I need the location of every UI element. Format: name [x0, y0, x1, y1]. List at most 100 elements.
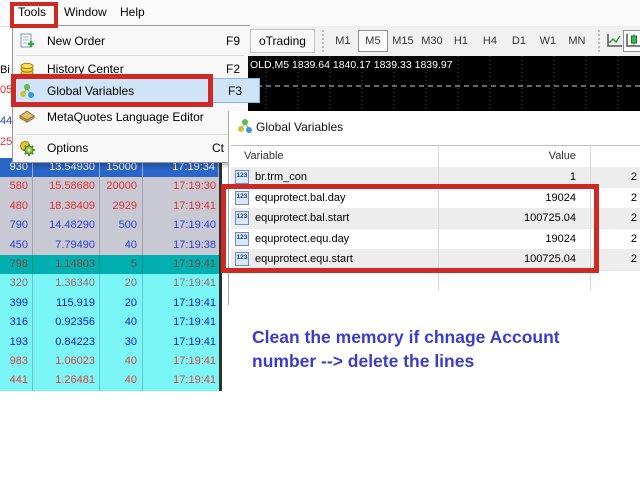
new-order-icon: [20, 33, 34, 48]
line-chart-icon: [607, 34, 622, 47]
timeframe-button-h4[interactable]: H4: [476, 31, 504, 51]
volume: 40: [100, 371, 143, 391]
market-watch-row[interactable]: 399 115.919 20 17:19:41: [0, 293, 219, 314]
market-watch-table[interactable]: 930 13.54930 15000 17:19:34 580 15.58680 20000…: [0, 158, 222, 391]
price-chart[interactable]: OLD,M5 1839.64 1840.17 1839.33 1839.97: [248, 56, 640, 111]
time: 17:19:41: [173, 335, 216, 348]
menu-item-shortcut: Ct: [212, 141, 224, 155]
toolbar-separator: [597, 30, 600, 52]
price: 18.38409: [33, 196, 100, 217]
global-variables-icon: [238, 119, 252, 133]
price: 14.48290: [33, 216, 100, 236]
numeric-type-icon: 123: [235, 170, 249, 184]
application-window: Tools Window Help Bi 05 44 25 930 13.54930 15…: [0, 0, 640, 480]
options-icon: [20, 141, 35, 156]
menu-item-mql-editor[interactable]: MetaQuotes Language Editor: [14, 104, 246, 130]
time: 17:19:41: [173, 277, 216, 290]
volume: 40: [100, 235, 143, 255]
volume: 2929: [100, 196, 143, 217]
column-header-variable[interactable]: Variable: [244, 145, 284, 167]
menu-separator: [16, 55, 244, 56]
mql-editor-icon: [19, 110, 35, 123]
timeframe-button-m1[interactable]: M1: [329, 31, 357, 51]
price: 7.79490: [33, 235, 100, 255]
time: 17:19:41: [173, 296, 216, 309]
window-title: Global Variables: [256, 120, 344, 134]
menu-bar: Tools Window Help: [0, 0, 640, 27]
bid-fragment: 983: [0, 352, 33, 372]
time: 17:19:41: [173, 258, 216, 270]
time: 17:19:41: [173, 199, 216, 212]
timeframe-button-w1[interactable]: W1: [534, 31, 562, 51]
row-fragment: 25: [0, 136, 13, 148]
bid-fragment: 316: [0, 313, 33, 333]
price: 1.26481: [33, 371, 100, 391]
volume: 20000: [100, 177, 143, 197]
bid-fragment: 580: [0, 177, 33, 197]
bid-fragment: 790: [0, 216, 33, 236]
menu-separator: [16, 134, 244, 135]
price: 1.36340: [33, 274, 100, 294]
table-header: Variable Value: [231, 145, 640, 168]
menu-item-label: Options: [47, 141, 89, 155]
time: 17:19:38: [173, 238, 216, 251]
timeframe-button-h1[interactable]: H1: [447, 31, 475, 51]
toolbar-separator: [321, 30, 324, 52]
volume: 40: [100, 352, 143, 372]
candlestick-chart-button[interactable]: [622, 30, 640, 52]
market-watch-row[interactable]: 450 7.79490 40 17:19:38: [0, 235, 219, 255]
autotrading-button[interactable]: oTrading: [250, 29, 315, 53]
market-watch-row[interactable]: 316 0.92356 40 17:19:41: [0, 313, 219, 333]
market-watch-row[interactable]: 441 1.26481 40 17:19:41: [0, 371, 219, 391]
price: 0.84223: [33, 332, 100, 352]
highlight-rect-tools: [10, 2, 58, 28]
chart-ohlc-text: OLD,M5 1839.64 1840.17 1839.33 1839.97: [250, 59, 453, 71]
menu-item-label: MetaQuotes Language Editor: [47, 110, 204, 124]
annotation-line: number --> delete the lines: [252, 351, 475, 371]
timeframe-button-m15[interactable]: M15: [389, 31, 417, 51]
annotation-note: Clean the memory if chnage Account numbe…: [252, 325, 602, 373]
volume: 30: [100, 332, 143, 352]
volume: 500: [100, 216, 143, 236]
market-watch-row[interactable]: 983 1.06023 40 17:19:41: [0, 352, 219, 372]
time: 17:19:41: [173, 374, 216, 387]
time: 17:19:40: [173, 219, 216, 232]
price: 1.06023: [33, 352, 100, 372]
bid-fragment: 399: [0, 293, 33, 314]
highlight-rect-global-variables: [11, 74, 213, 107]
toolbar: oTrading M1 M5 M15 M30 H1 H4 D1 W1 MN: [249, 26, 640, 56]
time: 17:19:30: [173, 180, 216, 193]
price: 0.92356: [33, 313, 100, 333]
time: 17:19:41: [173, 316, 216, 329]
bid-fragment: 798: [0, 255, 33, 275]
menu-item-options[interactable]: Options Ct: [14, 136, 246, 160]
bid-fragment: 450: [0, 235, 33, 255]
bid-fragment: 480: [0, 196, 33, 217]
highlight-rect-equprotect-rows: [221, 184, 599, 273]
market-watch-row[interactable]: 193 0.84223 30 17:19:41: [0, 332, 219, 352]
bid-fragment: 193: [0, 332, 33, 352]
timeframe-button-m5[interactable]: M5: [357, 30, 388, 52]
menu-window[interactable]: Window: [58, 0, 113, 25]
market-watch-row[interactable]: 480 18.38409 2929 17:19:41: [0, 196, 219, 217]
price: 115.919: [33, 293, 100, 314]
column-header-value[interactable]: Value: [440, 145, 576, 167]
timeframe-button-mn[interactable]: MN: [563, 31, 591, 51]
volume: 5: [100, 255, 143, 275]
bid-fragment: 441: [0, 371, 33, 391]
annotation-line: Clean the memory if chnage Account: [252, 327, 560, 347]
menu-help[interactable]: Help: [114, 0, 151, 25]
menu-item-shortcut: F3: [227, 84, 242, 98]
timeframe-button-m30[interactable]: M30: [418, 31, 446, 51]
market-watch-row[interactable]: 320 1.36340 20 17:19:41: [0, 274, 219, 294]
line-chart-button[interactable]: [605, 30, 623, 52]
market-watch-row[interactable]: 798 1.14803 5 17:19:41: [0, 255, 219, 275]
timeframe-button-d1[interactable]: D1: [505, 31, 533, 51]
market-watch-row[interactable]: 790 14.48290 500 17:19:40: [0, 216, 219, 236]
price: 1.14803: [33, 255, 100, 275]
price: 15.58680: [33, 177, 100, 197]
row-fragment: 44: [0, 115, 13, 127]
market-watch-row[interactable]: 580 15.58680 20000 17:19:30: [0, 177, 219, 197]
volume: 20: [100, 274, 143, 294]
menu-item-new-order[interactable]: New Order F9: [14, 29, 246, 53]
